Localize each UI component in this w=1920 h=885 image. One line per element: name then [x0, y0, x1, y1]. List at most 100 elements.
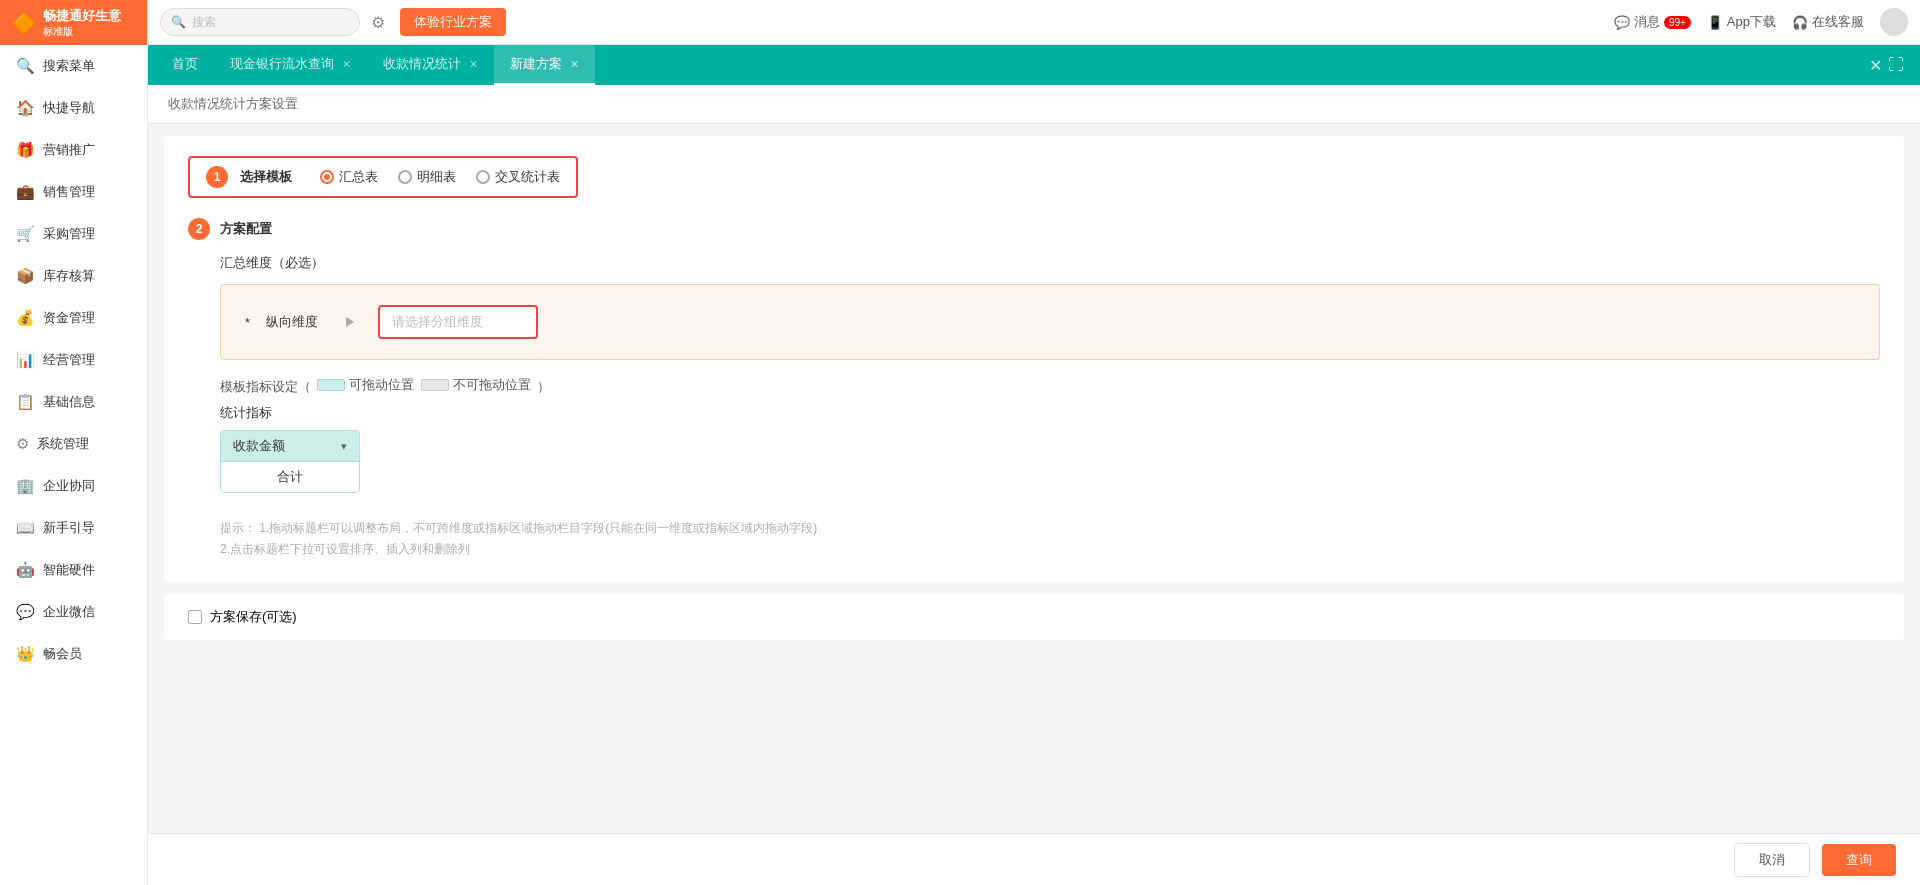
dimension-placeholder: 请选择分组维度	[392, 313, 483, 331]
settings-icon: ⚙	[16, 435, 29, 453]
tab-receipts[interactable]: 收款情况统计 ✕	[367, 45, 494, 85]
cancel-button[interactable]: 取消	[1734, 843, 1810, 877]
save-checkbox[interactable]	[188, 610, 202, 624]
indicator-legend-row: 模板指标设定（ 可拖动位置 不可拖动位置 ）	[220, 376, 1880, 396]
sidebar: 🔶 畅捷通好生意 标准版 🔍 搜索菜单 🏠 快捷导航 🎁 营销推广 💼 销售管理…	[0, 0, 148, 885]
tab-receipts-close[interactable]: ✕	[469, 58, 478, 71]
sidebar-item-label: 畅会员	[43, 645, 82, 663]
building-icon: 🏢	[16, 477, 35, 495]
sidebar-item-sales[interactable]: 💼 销售管理	[0, 171, 147, 213]
radio-summary-circle	[320, 170, 334, 184]
tab-new-plan-close[interactable]: ✕	[570, 58, 579, 71]
sidebar-item-label: 库存核算	[43, 267, 95, 285]
tab-new-plan-label: 新建方案	[510, 55, 562, 73]
radio-summary-label: 汇总表	[339, 168, 378, 186]
hint-2: 2.点击标题栏下拉可设置排序、插入列和删除列	[220, 541, 1880, 558]
vertical-dim-label: 纵向维度	[266, 313, 318, 331]
sidebar-item-home[interactable]: 🏠 快捷导航	[0, 87, 147, 129]
clipboard-icon: 📋	[16, 393, 35, 411]
indicator-cell: 合计	[221, 462, 359, 492]
trial-button[interactable]: 体验行业方案	[400, 8, 506, 36]
briefcase-icon: 💼	[16, 183, 35, 201]
indicator-header[interactable]: 收款金额 ▾	[221, 431, 359, 462]
sidebar-item-member[interactable]: 👑 畅会员	[0, 633, 147, 675]
sidebar-item-label: 资金管理	[43, 309, 95, 327]
step1-label: 选择模板	[240, 168, 292, 186]
sidebar-item-system[interactable]: ⚙ 系统管理	[0, 423, 147, 465]
save-label: 方案保存(可选)	[210, 608, 297, 626]
search-icon: 🔍	[16, 57, 35, 75]
step1-num: 1	[206, 166, 228, 188]
tab-cashflow-close[interactable]: ✕	[342, 58, 351, 71]
dimension-select[interactable]: 请选择分组维度	[378, 305, 538, 339]
bottom-section: 方案保存(可选)	[164, 594, 1904, 640]
tab-home-label: 首页	[172, 55, 198, 73]
sidebar-item-purchase[interactable]: 🛒 采购管理	[0, 213, 147, 255]
window-maximize-icon[interactable]: ⛶	[1888, 56, 1904, 74]
nodrag-legend-box	[421, 379, 449, 391]
step2-num: 2	[188, 218, 210, 240]
notification-icon: 💬	[1614, 15, 1630, 30]
tab-new-plan[interactable]: 新建方案 ✕	[494, 45, 595, 85]
tab-receipts-label: 收款情况统计	[383, 55, 461, 73]
sidebar-item-basics[interactable]: 📋 基础信息	[0, 381, 147, 423]
sidebar-item-inventory[interactable]: 📦 库存核算	[0, 255, 147, 297]
sidebar-item-label: 智能硬件	[43, 561, 95, 579]
dimension-required-star: *	[245, 315, 250, 330]
chevron-down-icon: ▾	[341, 440, 347, 453]
sidebar-item-enterprise[interactable]: 🏢 企业协同	[0, 465, 147, 507]
sidebar-item-label: 新手引导	[43, 519, 95, 537]
download-item[interactable]: 📱 App下载	[1707, 13, 1776, 31]
radio-detail[interactable]: 明细表	[398, 168, 456, 186]
gift-icon: 🎁	[16, 141, 35, 159]
window-close-icon[interactable]: ✕	[1869, 56, 1882, 75]
sidebar-item-finance[interactable]: 💰 资金管理	[0, 297, 147, 339]
step2-label: 方案配置	[220, 220, 272, 238]
radio-group-template: 汇总表 明细表 交叉统计表	[320, 168, 560, 186]
tab-cashflow-label: 现金银行流水查询	[230, 55, 334, 73]
tabbar-actions: ✕ ⛶	[1869, 45, 1912, 85]
logo-text: 畅捷通好生意	[43, 7, 121, 25]
topbar-search[interactable]: 🔍 搜索	[160, 8, 360, 36]
crown-icon: 👑	[16, 645, 35, 663]
chat-icon: 💬	[16, 603, 35, 621]
radio-cross[interactable]: 交叉统计表	[476, 168, 560, 186]
indicator-label: 统计指标	[220, 404, 1880, 422]
radio-summary[interactable]: 汇总表	[320, 168, 378, 186]
form-section: 1 选择模板 汇总表 明细表 交叉统计表	[164, 136, 1904, 582]
nodrag-legend-label: 不可拖动位置	[453, 376, 531, 394]
radio-cross-label: 交叉统计表	[495, 168, 560, 186]
tabbar: 首页 现金银行流水查询 ✕ 收款情况统计 ✕ 新建方案 ✕ ✕ ⛶	[148, 45, 1920, 85]
chart-icon: 📊	[16, 351, 35, 369]
sidebar-item-management[interactable]: 📊 经营管理	[0, 339, 147, 381]
logo-icon: 🔶	[12, 11, 37, 35]
tab-cashflow[interactable]: 现金银行流水查询 ✕	[214, 45, 367, 85]
sidebar-item-wechat[interactable]: 💬 企业微信	[0, 591, 147, 633]
box-icon: 📦	[16, 267, 35, 285]
logo-sub: 标准版	[43, 25, 121, 39]
user-avatar[interactable]	[1880, 8, 1908, 36]
home-icon: 🏠	[16, 99, 35, 117]
sidebar-item-label: 系统管理	[37, 435, 89, 453]
service-icon: 🎧	[1792, 15, 1808, 30]
sidebar-item-label: 采购管理	[43, 225, 95, 243]
notification-item[interactable]: 💬 消息 99+	[1614, 13, 1691, 31]
tab-home[interactable]: 首页	[156, 45, 214, 85]
sidebar-item-hardware[interactable]: 🤖 智能硬件	[0, 549, 147, 591]
page-title: 收款情况统计方案设置	[148, 85, 1920, 124]
indicator-header-text: 收款金额	[233, 437, 285, 455]
sidebar-item-label: 企业协同	[43, 477, 95, 495]
sidebar-item-marketing[interactable]: 🎁 营销推广	[0, 129, 147, 171]
service-item[interactable]: 🎧 在线客服	[1792, 13, 1864, 31]
sidebar-item-guide[interactable]: 📖 新手引导	[0, 507, 147, 549]
page-title-text: 收款情况统计方案设置	[168, 96, 298, 111]
page-content: 收款情况统计方案设置 1 选择模板 汇总表 明细表	[148, 85, 1920, 833]
sidebar-item-label: 经营管理	[43, 351, 95, 369]
radio-cross-circle	[476, 170, 490, 184]
sidebar-item-label: 销售管理	[43, 183, 95, 201]
query-button[interactable]: 查询	[1822, 844, 1896, 876]
sidebar-logo: 🔶 畅捷通好生意 标准版	[0, 0, 147, 45]
indicator-section-label: 统计指标	[220, 405, 272, 420]
sidebar-item-search[interactable]: 🔍 搜索菜单	[0, 45, 147, 87]
settings-button[interactable]: ⚙	[364, 8, 392, 36]
